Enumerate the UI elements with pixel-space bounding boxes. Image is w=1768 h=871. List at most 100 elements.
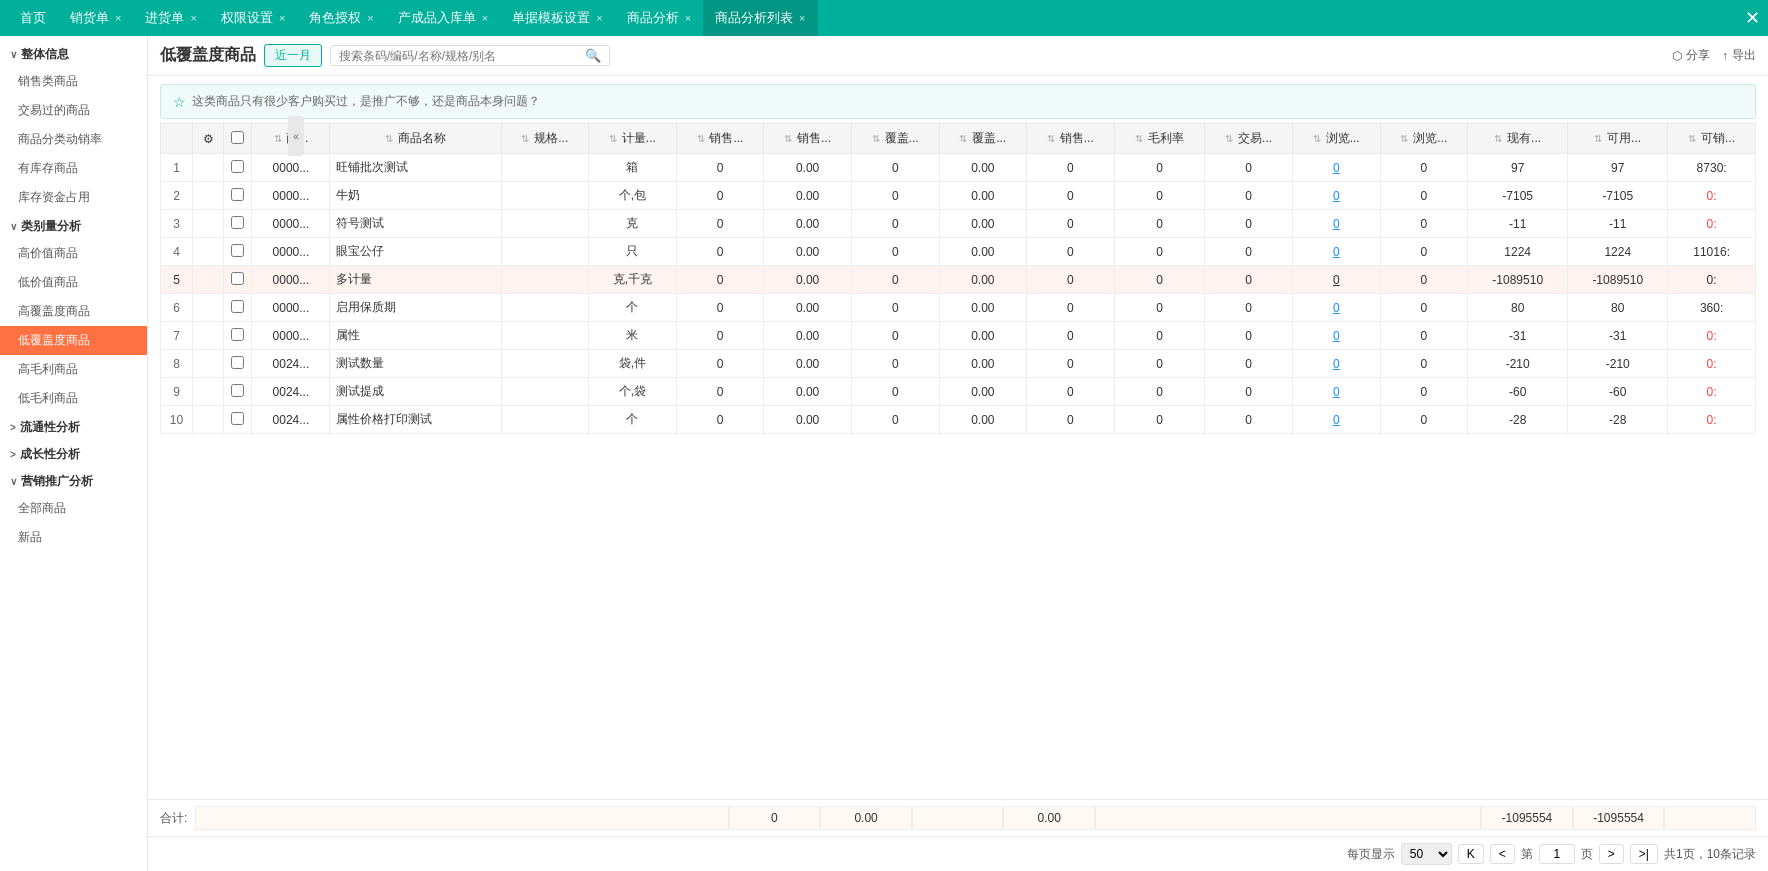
- cell-spec: [501, 322, 589, 350]
- sidebar-item-有库存商品[interactable]: 有库存商品: [0, 154, 147, 183]
- time-filter-button[interactable]: 近一月: [264, 44, 322, 67]
- nav-close-icon[interactable]: ×: [190, 12, 196, 24]
- cell-available: -60: [1568, 378, 1668, 406]
- sidebar-section-成长性分析[interactable]: >成长性分析: [0, 440, 147, 467]
- page-size-label: 每页显示: [1347, 846, 1395, 863]
- cell-browse1[interactable]: 0: [1293, 406, 1381, 434]
- cell-browse1[interactable]: 0: [1293, 266, 1381, 294]
- sidebar-section-流通性分析[interactable]: >流通性分析: [0, 413, 147, 440]
- table-row: 100024...属性价格打印测试个00.0000.0000000-28-280…: [161, 406, 1756, 434]
- page-suffix: 页: [1581, 846, 1593, 863]
- cell-checkbox[interactable]: [224, 406, 252, 434]
- sidebar-item-高价值商品[interactable]: 高价值商品: [0, 239, 147, 268]
- cell-browse1[interactable]: 0: [1293, 378, 1381, 406]
- export-button[interactable]: ↑ 导出: [1722, 47, 1756, 64]
- row-checkbox[interactable]: [231, 356, 244, 369]
- sidebar-item-商品分类动销率[interactable]: 商品分类动销率: [0, 125, 147, 154]
- sidebar-item-全部商品[interactable]: 全部商品: [0, 494, 147, 523]
- nav-item-产成品入库单[interactable]: 产成品入库单×: [386, 0, 500, 36]
- last-page-button[interactable]: >|: [1630, 844, 1658, 864]
- th-browse1: ⇅ 浏览...: [1293, 124, 1381, 154]
- cell-checkbox[interactable]: [224, 182, 252, 210]
- cell-browse1[interactable]: 0: [1293, 210, 1381, 238]
- nav-item-商品分析列表[interactable]: 商品分析列表×: [703, 0, 817, 36]
- nav-close-icon[interactable]: ×: [596, 12, 602, 24]
- cell-sales-amt: 0.00: [764, 406, 852, 434]
- row-checkbox[interactable]: [231, 160, 244, 173]
- sidebar-item-新品[interactable]: 新品: [0, 523, 147, 552]
- sidebar-section-营销推广分析[interactable]: ∨营销推广分析: [0, 467, 147, 494]
- sidebar-item-低覆盖度商品[interactable]: 低覆盖度商品: [0, 326, 147, 355]
- cell-checkbox[interactable]: [224, 378, 252, 406]
- sidebar-collapse-button[interactable]: «: [288, 116, 304, 156]
- nav-item-进货单[interactable]: 进货单×: [133, 0, 208, 36]
- row-checkbox[interactable]: [231, 244, 244, 257]
- nav-item-首页[interactable]: 首页: [8, 0, 58, 36]
- nav-close-icon[interactable]: ×: [482, 12, 488, 24]
- nav-item-商品分析[interactable]: 商品分析×: [615, 0, 703, 36]
- row-checkbox[interactable]: [231, 188, 244, 201]
- row-checkbox[interactable]: [231, 328, 244, 341]
- sidebar-item-高毛利商品[interactable]: 高毛利商品: [0, 355, 147, 384]
- cell-browse1[interactable]: 0: [1293, 294, 1381, 322]
- prev-page-button[interactable]: <: [1490, 844, 1515, 864]
- th-checkbox[interactable]: [224, 124, 252, 154]
- cell-browse1[interactable]: 0: [1293, 154, 1381, 182]
- cell-rownum: 10: [161, 406, 193, 434]
- cell-browse1[interactable]: 0: [1293, 322, 1381, 350]
- row-checkbox[interactable]: [231, 272, 244, 285]
- cell-sales-amt: 0.00: [764, 378, 852, 406]
- first-page-button[interactable]: K: [1458, 844, 1484, 864]
- next-page-button[interactable]: >: [1599, 844, 1624, 864]
- footer-bar: 合计: 00.000.00-1095554-1095554: [148, 799, 1768, 836]
- cell-checkbox[interactable]: [224, 266, 252, 294]
- sidebar-item-低毛利商品[interactable]: 低毛利商品: [0, 384, 147, 413]
- sidebar-item-销售类商品[interactable]: 销售类商品: [0, 67, 147, 96]
- export-label: 导出: [1732, 47, 1756, 64]
- row-checkbox[interactable]: [231, 384, 244, 397]
- sidebar-item-交易过的商品[interactable]: 交易过的商品: [0, 96, 147, 125]
- cell-checkbox[interactable]: [224, 294, 252, 322]
- sidebar-section-整体信息[interactable]: ∨整体信息: [0, 40, 147, 67]
- nav-item-权限设置[interactable]: 权限设置×: [209, 0, 297, 36]
- share-button[interactable]: ⬡ 分享: [1672, 47, 1710, 64]
- cell-checkbox[interactable]: [224, 154, 252, 182]
- cell-checkbox[interactable]: [224, 350, 252, 378]
- cell-gross-rate: 0: [1114, 210, 1205, 238]
- th-settings[interactable]: ⚙: [193, 124, 224, 154]
- nav-close-icon[interactable]: ×: [115, 12, 121, 24]
- nav-close-icon[interactable]: ×: [799, 12, 805, 24]
- sidebar-item-低价值商品[interactable]: 低价值商品: [0, 268, 147, 297]
- search-input[interactable]: [339, 49, 585, 63]
- header-checkbox[interactable]: [231, 131, 244, 144]
- cell-checkbox[interactable]: [224, 322, 252, 350]
- nav-close-icon[interactable]: ×: [279, 12, 285, 24]
- window-close-button[interactable]: ✕: [1745, 7, 1760, 29]
- sidebar-item-高覆盖度商品[interactable]: 高覆盖度商品: [0, 297, 147, 326]
- cell-settings: [193, 182, 224, 210]
- sidebar-item-库存资金占用[interactable]: 库存资金占用: [0, 183, 147, 212]
- nav-close-icon[interactable]: ×: [367, 12, 373, 24]
- cell-name: 测试数量: [330, 350, 501, 378]
- cell-browse1[interactable]: 0: [1293, 238, 1381, 266]
- row-checkbox[interactable]: [231, 216, 244, 229]
- row-checkbox[interactable]: [231, 300, 244, 313]
- cell-spec: [501, 210, 589, 238]
- header-actions: ⬡ 分享 ↑ 导出: [1672, 47, 1756, 64]
- nav-item-角色授权[interactable]: 角色授权×: [297, 0, 385, 36]
- nav-item-单据模板设置[interactable]: 单据模板设置×: [500, 0, 614, 36]
- page-size-select[interactable]: 50100200: [1401, 843, 1452, 865]
- section-title-label: 营销推广分析: [21, 473, 93, 490]
- page-input[interactable]: [1539, 844, 1575, 864]
- cell-code: 0024...: [252, 350, 330, 378]
- cell-checkbox[interactable]: [224, 210, 252, 238]
- cell-browse1[interactable]: 0: [1293, 350, 1381, 378]
- nav-item-销货单[interactable]: 销货单×: [58, 0, 133, 36]
- sidebar-section-类别量分析[interactable]: ∨类别量分析: [0, 212, 147, 239]
- row-checkbox[interactable]: [231, 412, 244, 425]
- cell-browse1[interactable]: 0: [1293, 182, 1381, 210]
- cell-checkbox[interactable]: [224, 238, 252, 266]
- search-icon: 🔍: [585, 48, 601, 63]
- cell-available: -210: [1568, 350, 1668, 378]
- nav-close-icon[interactable]: ×: [685, 12, 691, 24]
